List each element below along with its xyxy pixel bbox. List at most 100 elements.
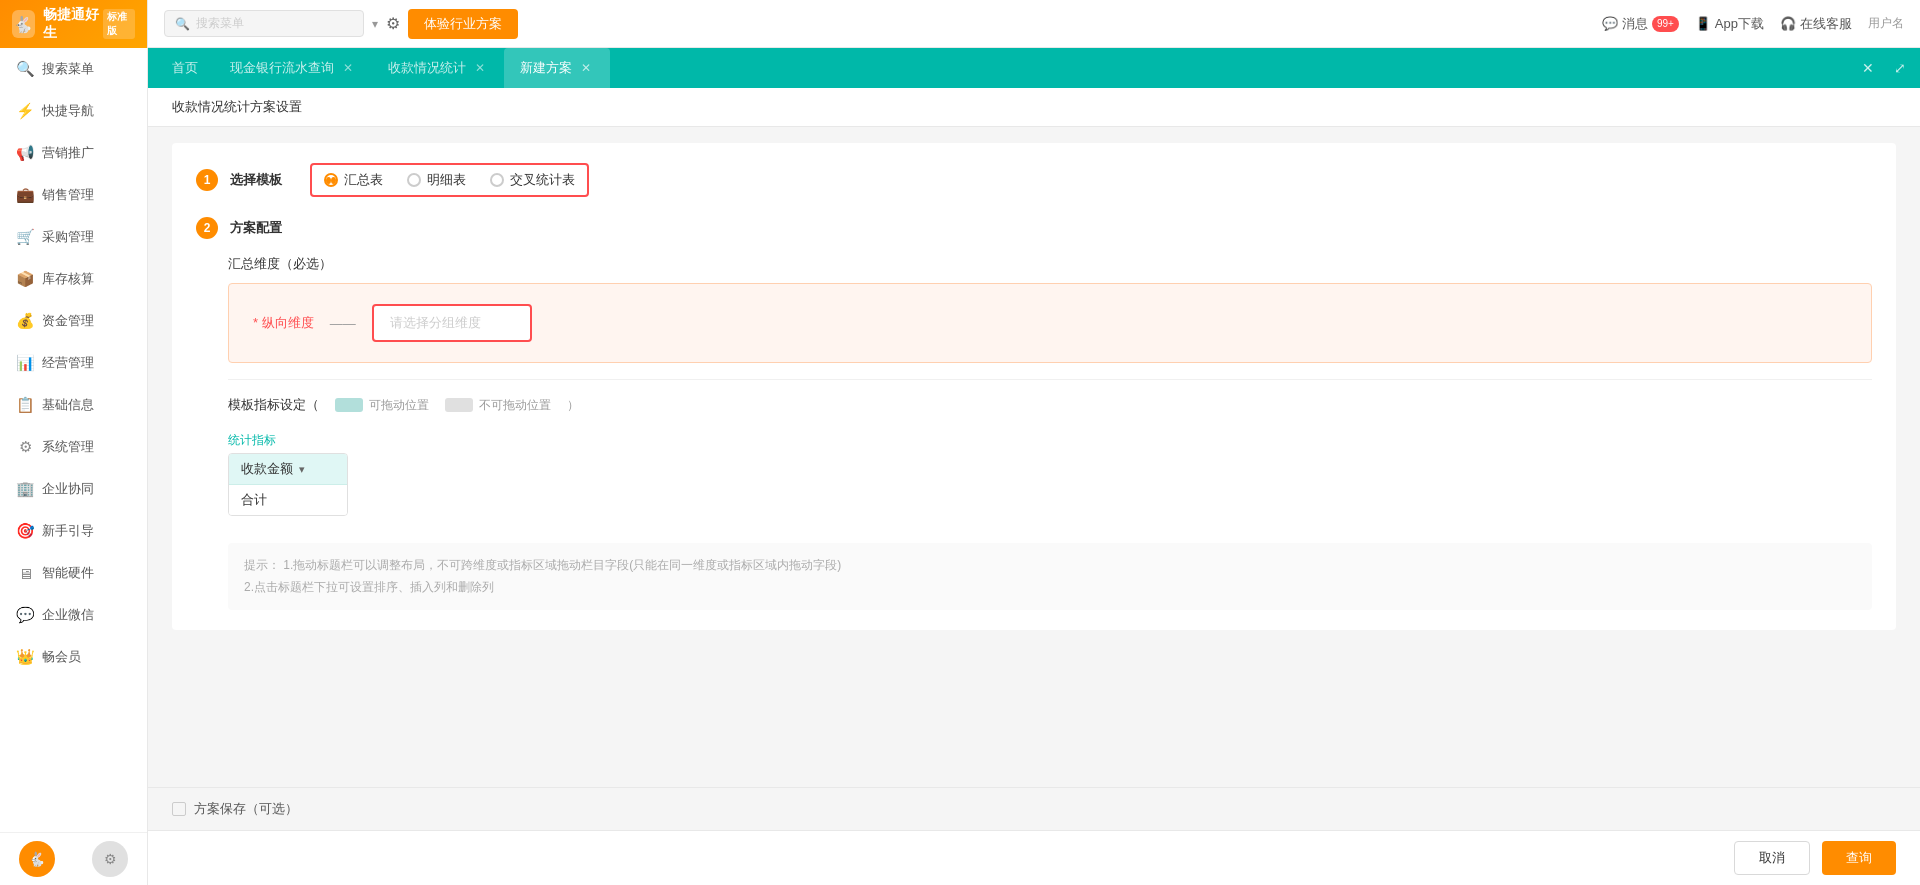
radio-detail[interactable]: 明细表 — [407, 171, 466, 189]
dimension-arrow: —— — [330, 316, 356, 331]
radio-summary[interactable]: 汇总表 — [324, 171, 383, 189]
sidebar-item-hardware[interactable]: 🖥 智能硬件 — [0, 552, 147, 594]
finance-icon: 💰 — [16, 312, 34, 330]
footer-checkbox[interactable] — [172, 802, 186, 816]
tab-cashflow-label: 现金银行流水查询 — [230, 59, 334, 77]
step1-row: 1 选择模板 汇总表 明细表 — [196, 163, 1872, 197]
topbar: 🔍 搜索菜单 ▾ ⚙ 体验行业方案 💬 消息 99+ 📱 App下载 🎧 在线客… — [148, 0, 1920, 48]
notification-item[interactable]: 💬 消息 99+ — [1602, 15, 1679, 33]
dropdown-text: ▾ — [372, 17, 378, 31]
topbar-search-bar[interactable]: 🔍 搜索菜单 — [164, 10, 364, 37]
sidebar-item-management[interactable]: 📊 经营管理 — [0, 342, 147, 384]
sidebar-item-purchase[interactable]: 🛒 采购管理 — [0, 216, 147, 258]
tip-line-2: 2.点击标题栏下拉可设置排序、插入列和删除列 — [244, 577, 1856, 599]
guide-icon: 🎯 — [16, 522, 34, 540]
enterprise-icon: 🏢 — [16, 480, 34, 498]
sidebar-item-guide[interactable]: 🎯 新手引导 — [0, 510, 147, 552]
radio-detail-circle — [407, 173, 421, 187]
user-name[interactable]: 用户名 — [1868, 15, 1904, 32]
tips-area: 提示： 1.拖动标题栏可以调整布局，不可跨维度或指标区域拖动栏目字段(只能在同一… — [228, 543, 1872, 610]
topbar-gear-icon[interactable]: ⚙ — [386, 14, 400, 33]
page-header: 收款情况统计方案设置 — [148, 88, 1920, 127]
radio-cross-label: 交叉统计表 — [510, 171, 575, 189]
system-icon: ⚙ — [16, 438, 34, 456]
wechat-icon: 💬 — [16, 606, 34, 624]
radio-cross[interactable]: 交叉统计表 — [490, 171, 575, 189]
tab-cashflow-close[interactable]: ✕ — [340, 60, 356, 76]
step2-title: 方案配置 — [230, 219, 282, 237]
sidebar-item-label: 搜索菜单 — [42, 60, 94, 78]
stats-section: 统计指标 收款金额 ▾ 合计 — [228, 432, 348, 516]
search-icon: 🔍 — [16, 60, 34, 78]
logo-tag: 标准版 — [103, 9, 135, 39]
step1-title: 选择模板 — [230, 171, 282, 189]
legend-not-draggable-label: 不可拖动位置 — [479, 397, 551, 414]
sidebar-item-label: 畅会员 — [42, 648, 81, 666]
legend-not-draggable-box — [445, 398, 473, 412]
legend-draggable-label: 可拖动位置 — [369, 397, 429, 414]
topbar-search-icon: 🔍 — [175, 17, 190, 31]
sidebar-bottom-icon2[interactable]: ⚙ — [92, 841, 128, 877]
sales-icon: 💼 — [16, 186, 34, 204]
sidebar-item-quicknav[interactable]: ⚡ 快捷导航 — [0, 90, 147, 132]
tab-home[interactable]: 首页 — [156, 48, 214, 88]
legend-draggable: 可拖动位置 — [335, 397, 429, 414]
sidebar-item-finance[interactable]: 💰 资金管理 — [0, 300, 147, 342]
tabbar-close-btn[interactable]: ✕ — [1856, 56, 1880, 80]
dimension-area: * 纵向维度 —— 请选择分组维度 — [228, 283, 1872, 363]
tab-receipts-close[interactable]: ✕ — [472, 60, 488, 76]
tab-receipts[interactable]: 收款情况统计 ✕ — [372, 48, 504, 88]
tab-newplan-label: 新建方案 — [520, 59, 572, 77]
stats-header-text: 收款金额 — [241, 460, 293, 478]
page-body: 1 选择模板 汇总表 明细表 — [148, 127, 1920, 787]
tab-cashflow[interactable]: 现金银行流水查询 ✕ — [214, 48, 372, 88]
service-item[interactable]: 🎧 在线客服 — [1780, 15, 1852, 33]
download-item[interactable]: 📱 App下载 — [1695, 15, 1764, 33]
sidebar-item-label: 库存核算 — [42, 270, 94, 288]
sidebar-item-inventory[interactable]: 📦 库存核算 — [0, 258, 147, 300]
trial-button[interactable]: 体验行业方案 — [408, 9, 518, 39]
sidebar-item-label: 系统管理 — [42, 438, 94, 456]
tab-newplan[interactable]: 新建方案 ✕ — [504, 48, 610, 88]
dimension-placeholder: 请选择分组维度 — [390, 315, 481, 330]
indicator-legend: 可拖动位置 不可拖动位置 ） — [335, 397, 579, 414]
topbar-dropdown[interactable]: ▾ — [372, 17, 378, 31]
tab-receipts-label: 收款情况统计 — [388, 59, 466, 77]
main-section: 1 选择模板 汇总表 明细表 — [172, 143, 1896, 630]
tab-newplan-close[interactable]: ✕ — [578, 60, 594, 76]
sidebar-item-enterprise[interactable]: 🏢 企业协同 — [0, 468, 147, 510]
radio-detail-label: 明细表 — [427, 171, 466, 189]
dimension-section-label: 汇总维度（必选） — [228, 255, 1872, 273]
sidebar-item-basicinfo[interactable]: 📋 基础信息 — [0, 384, 147, 426]
query-button[interactable]: 查询 — [1822, 841, 1896, 875]
sidebar-bottom: 🐇 ⚙ — [0, 832, 147, 885]
service-label: 在线客服 — [1800, 15, 1852, 33]
stats-dropdown-icon[interactable]: ▾ — [299, 463, 305, 476]
sidebar-item-system[interactable]: ⚙ 系统管理 — [0, 426, 147, 468]
sidebar-item-sales[interactable]: 💼 销售管理 — [0, 174, 147, 216]
cancel-button[interactable]: 取消 — [1734, 841, 1810, 875]
sidebar-item-search[interactable]: 🔍 搜索菜单 — [0, 48, 147, 90]
sidebar-bottom-icon1[interactable]: 🐇 — [19, 841, 55, 877]
download-icon: 📱 — [1695, 16, 1711, 31]
stats-table-header[interactable]: 收款金额 ▾ — [229, 454, 347, 485]
inventory-icon: 📦 — [16, 270, 34, 288]
page-content: 收款情况统计方案设置 1 选择模板 汇总表 — [148, 88, 1920, 885]
dimension-select-input[interactable]: 请选择分组维度 — [372, 304, 532, 342]
footer-checkbox-label[interactable]: 方案保存（可选） — [194, 800, 298, 818]
member-icon: 👑 — [16, 648, 34, 666]
sidebar-item-wechat[interactable]: 💬 企业微信 — [0, 594, 147, 636]
logo-text: 畅捷通好生 — [43, 6, 99, 42]
download-label: App下载 — [1715, 15, 1764, 33]
sidebar-item-marketing[interactable]: 📢 营销推广 — [0, 132, 147, 174]
legend-not-draggable: 不可拖动位置 — [445, 397, 551, 414]
logo-icon: 🐇 — [12, 10, 35, 38]
tabbar-expand-btn[interactable]: ⤢ — [1888, 56, 1912, 80]
topbar-right: 💬 消息 99+ 📱 App下载 🎧 在线客服 用户名 — [1602, 15, 1904, 33]
stats-table-row: 合计 — [229, 485, 347, 515]
basicinfo-icon: 📋 — [16, 396, 34, 414]
sidebar: 🐇 畅捷通好生 标准版 🔍 搜索菜单 ⚡ 快捷导航 📢 营销推广 💼 销售管理 … — [0, 0, 148, 885]
page-footer: 方案保存（可选） — [148, 787, 1920, 830]
sidebar-item-member[interactable]: 👑 畅会员 — [0, 636, 147, 678]
topbar-search-placeholder: 搜索菜单 — [196, 15, 244, 32]
